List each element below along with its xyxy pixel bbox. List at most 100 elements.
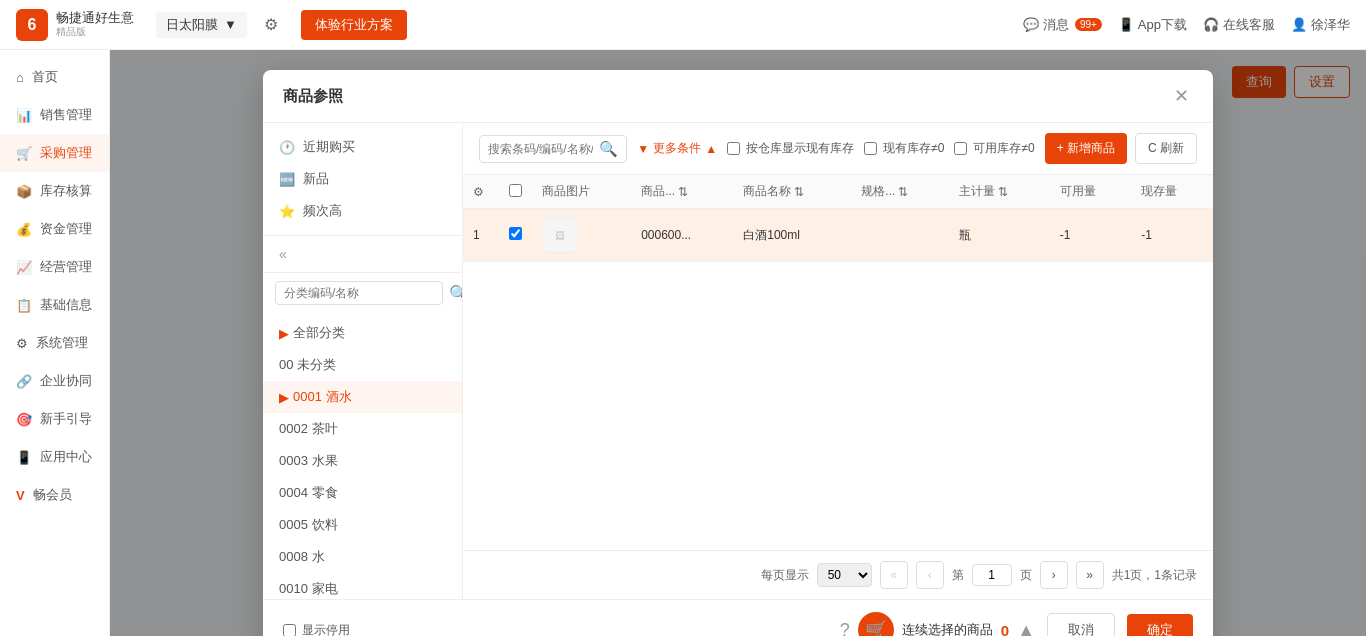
sidebar-item-inventory[interactable]: 📦 库存核算: [0, 172, 109, 210]
cart-collapse-icon[interactable]: ▲: [1017, 620, 1035, 637]
sidebar-label-home: 首页: [32, 68, 58, 86]
basic-icon: 📋: [16, 298, 32, 313]
category-search-area: 🔍: [263, 273, 462, 313]
category-tea[interactable]: 0002 茶叶: [263, 413, 462, 445]
category-appliance-label: 0010 家电: [279, 580, 338, 598]
header-right: 💬 消息 99+ 📱 App下载 🎧 在线客服 👤 徐泽华: [1023, 16, 1350, 34]
table-row[interactable]: 1 🖼: [463, 209, 1213, 262]
app-download-item[interactable]: 📱 App下载: [1118, 16, 1187, 34]
product-search-input[interactable]: [488, 142, 593, 156]
sort-icon-unit: ⇅: [998, 185, 1008, 199]
product-thumb: 🖼: [542, 217, 578, 253]
product-reference-modal: 商品参照 ✕ 🕐 近期购买 🆕: [263, 70, 1213, 636]
notification-item[interactable]: 💬 消息 99+: [1023, 16, 1102, 34]
collapse-button[interactable]: «: [271, 240, 295, 268]
online-service-item[interactable]: 🎧 在线客服: [1203, 16, 1275, 34]
star-icon: ⭐: [279, 204, 295, 219]
checkbox-available-stock-label: 可用库存≠0: [973, 140, 1034, 157]
th-unit-label: 主计量: [959, 183, 995, 200]
pagination-total: 共1页，1条记录: [1112, 567, 1197, 584]
row-checkbox[interactable]: [509, 227, 522, 240]
sidebar-item-vip[interactable]: V 畅会员: [0, 476, 109, 514]
shortcut-frequent[interactable]: ⭐ 频次高: [263, 195, 462, 227]
logo-sub: 精品版: [56, 25, 134, 39]
row-name: 白酒100ml: [733, 209, 851, 262]
sidebar-label-basic: 基础信息: [40, 296, 92, 314]
refresh-button[interactable]: C 刷新: [1135, 133, 1197, 164]
help-icon[interactable]: ?: [840, 620, 850, 637]
sort-icon-name: ⇅: [794, 185, 804, 199]
show-disabled-label: 显示停用: [302, 622, 350, 637]
category-beverage[interactable]: 0005 饮料: [263, 509, 462, 541]
cart-section: ? 🛒 连续选择的商品 0 ▲: [840, 612, 1035, 636]
th-settings[interactable]: ⚙: [463, 175, 499, 209]
store-selector[interactable]: 日太阳膜 ▼: [156, 12, 247, 38]
sidebar-item-purchase[interactable]: 🛒 采购管理: [0, 134, 109, 172]
category-snack[interactable]: 0004 零食: [263, 477, 462, 509]
system-icon: ⚙: [16, 336, 28, 351]
checkbox-warehouse-label: 按仓库显示现有库存: [746, 140, 854, 157]
category-snack-label: 0004 零食: [279, 484, 338, 502]
first-page-button[interactable]: «: [880, 561, 908, 589]
sidebar-item-guide[interactable]: 🎯 新手引导: [0, 400, 109, 438]
th-code-label: 商品...: [641, 183, 675, 200]
logo-name: 畅捷通好生意: [56, 10, 134, 26]
checkbox-warehouse-input[interactable]: [727, 142, 740, 155]
th-checkbox: [499, 175, 532, 209]
th-code[interactable]: 商品... ⇅: [631, 175, 733, 209]
add-product-button[interactable]: + 新增商品: [1045, 133, 1127, 164]
category-water[interactable]: 0008 水: [263, 541, 462, 573]
th-name[interactable]: 商品名称 ⇅: [733, 175, 851, 209]
logo-area: 6 畅捷通好生意 精品版: [16, 9, 136, 41]
category-all[interactable]: ▶ 全部分类: [263, 317, 462, 349]
store-name: 日太阳膜: [166, 16, 218, 34]
category-appliance[interactable]: 0010 家电: [263, 573, 462, 599]
sidebar-label-sales: 销售管理: [40, 106, 92, 124]
category-fruit[interactable]: 0003 水果: [263, 445, 462, 477]
shortcut-recent[interactable]: 🕐 近期购买: [263, 131, 462, 163]
checkbox-available-stock-input[interactable]: [954, 142, 967, 155]
category-search-input[interactable]: [275, 281, 443, 305]
filter-button[interactable]: ▼ 更多条件 ▲: [637, 140, 717, 157]
next-page-button[interactable]: ›: [1040, 561, 1068, 589]
shortcut-new[interactable]: 🆕 新品: [263, 163, 462, 195]
sidebar-item-system[interactable]: ⚙ 系统管理: [0, 324, 109, 362]
category-unclassified[interactable]: 00 未分类: [263, 349, 462, 381]
th-spec[interactable]: 规格... ⇅: [851, 175, 949, 209]
mobile-icon: 📱: [1118, 17, 1134, 32]
modal-header: 商品参照 ✕: [263, 70, 1213, 123]
page-input[interactable]: [972, 564, 1012, 586]
trial-button[interactable]: 体验行业方案: [301, 10, 407, 40]
sidebar-item-operation[interactable]: 📈 经营管理: [0, 248, 109, 286]
left-sidebar: ⌂ 首页 📊 销售管理 🛒 采购管理 📦 库存核算 💰 资金管理 📈 经营管理 …: [0, 50, 110, 636]
sidebar-item-sales[interactable]: 📊 销售管理: [0, 96, 109, 134]
category-liquor[interactable]: ▶ 0001 酒水: [263, 381, 462, 413]
modal-close-button[interactable]: ✕: [1169, 84, 1193, 108]
settings-icon[interactable]: ⚙: [257, 11, 285, 39]
notification-badge: 99+: [1075, 18, 1102, 31]
product-search-icon[interactable]: 🔍: [599, 140, 618, 158]
confirm-button[interactable]: 确定: [1127, 614, 1193, 636]
sidebar-item-finance[interactable]: 💰 资金管理: [0, 210, 109, 248]
last-page-button[interactable]: »: [1076, 561, 1104, 589]
sidebar-item-home[interactable]: ⌂ 首页: [0, 58, 109, 96]
sidebar-item-basic[interactable]: 📋 基础信息: [0, 286, 109, 324]
sidebar-item-apps[interactable]: 📱 应用中心: [0, 438, 109, 476]
cart-icon-button[interactable]: 🛒: [858, 612, 894, 636]
sidebar-item-enterprise[interactable]: 🔗 企业协同: [0, 362, 109, 400]
prev-page-button[interactable]: ‹: [916, 561, 944, 589]
select-all-checkbox[interactable]: [509, 184, 522, 197]
operation-icon: 📈: [16, 260, 32, 275]
row-num: 1: [463, 209, 499, 262]
show-disabled-input[interactable]: [283, 624, 296, 637]
new-icon: 🆕: [279, 172, 295, 187]
th-unit[interactable]: 主计量 ⇅: [949, 175, 1050, 209]
user-item[interactable]: 👤 徐泽华: [1291, 16, 1350, 34]
table-settings-icon[interactable]: ⚙: [473, 185, 484, 199]
checkbox-nonzero-stock-input[interactable]: [864, 142, 877, 155]
per-page-select[interactable]: 50 10 20 100: [817, 563, 872, 587]
top-header: 6 畅捷通好生意 精品版 日太阳膜 ▼ ⚙ 体验行业方案 💬 消息 99+ 📱 …: [0, 0, 1366, 50]
active-arrow-icon: ▶: [279, 390, 289, 405]
category-search-button[interactable]: 🔍: [449, 284, 463, 303]
cancel-button[interactable]: 取消: [1047, 613, 1115, 636]
